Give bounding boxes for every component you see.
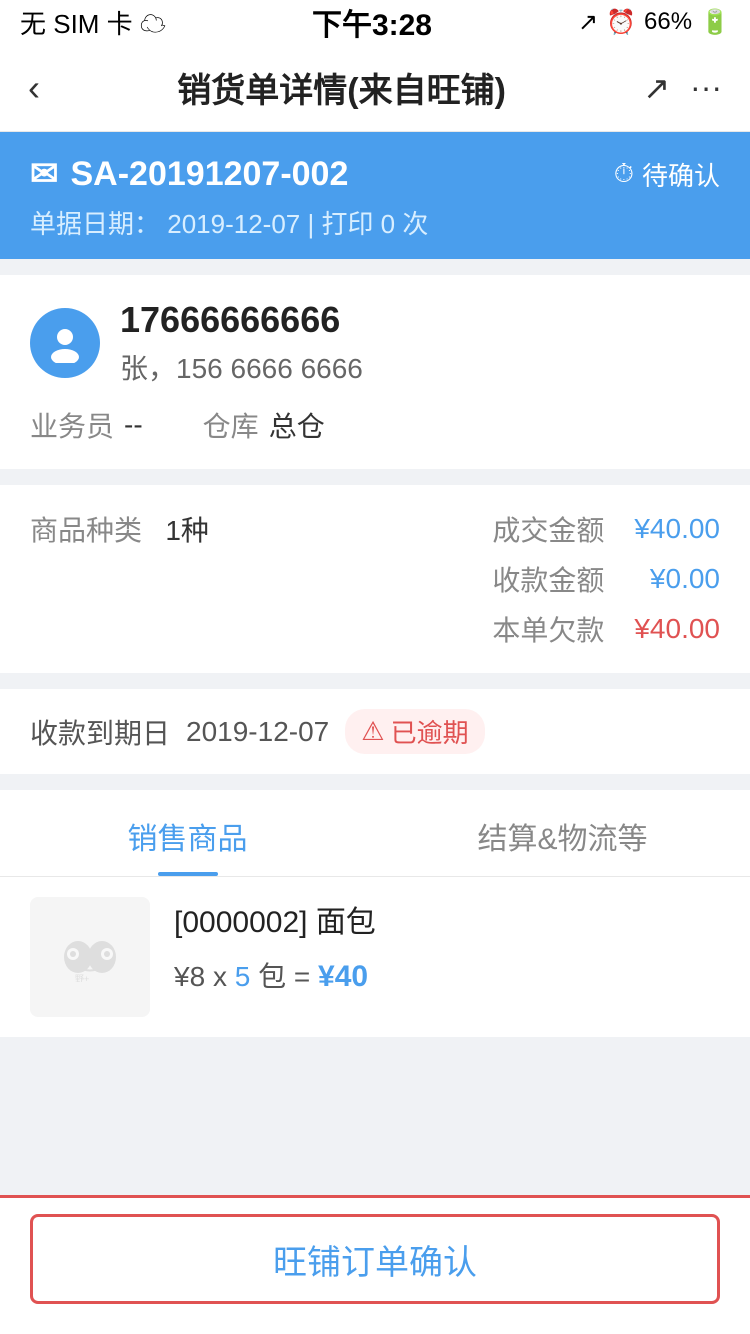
customer-top: 17666666666 张，156 6666 6666 — [30, 299, 720, 387]
order-id-row: ✉ SA-20191207-002 ⏱ 待确认 — [30, 154, 720, 194]
nav-actions: ↗ ··· — [643, 69, 722, 107]
summary-left: 商品种类 1种 — [30, 509, 209, 549]
product-code: [0000002] — [174, 906, 307, 939]
warehouse-value: 总仓 — [269, 405, 325, 445]
overdue-text: 已逾期 — [391, 713, 469, 750]
product-list: 野+ [0000002] 面包 ¥8 x 5 包 = ¥40 — [0, 877, 750, 1037]
status-bar: 无 SIM 卡 ☁ 下午3:28 ↗ ⏰ 66% 🔋 — [0, 0, 750, 44]
customer-section: 17666666666 张，156 6666 6666 业务员 -- 仓库 总仓 — [0, 275, 750, 469]
deal-value: ¥40.00 — [634, 513, 720, 545]
order-icon: ✉ — [30, 154, 59, 194]
due-section: 收款到期日 2019-12-07 ⚠ 已逾期 — [0, 689, 750, 774]
battery-icon: 🔋 — [700, 8, 730, 37]
tab-products[interactable]: 销售商品 — [0, 790, 375, 876]
order-id-text: SA-20191207-002 — [71, 155, 349, 194]
nav-bar: ‹ 销货单详情(来自旺铺) ↗ ··· — [0, 44, 750, 132]
tabs-header: 销售商品 结算&物流等 — [0, 790, 750, 877]
product-total: ¥40 — [318, 960, 368, 993]
table-row: 野+ [0000002] 面包 ¥8 x 5 包 = ¥40 — [30, 897, 720, 1017]
summary-right: 成交金额 ¥40.00 收款金额 ¥0.00 本单欠款 ¥40.00 — [492, 509, 720, 649]
order-banner: ✉ SA-20191207-002 ⏱ 待确认 单据日期： 2019-12-07… — [0, 132, 750, 259]
order-id: ✉ SA-20191207-002 — [30, 154, 348, 194]
order-date-label: 单据日期： — [30, 209, 160, 239]
sales-meta: 业务员 -- — [30, 405, 143, 445]
sales-label: 业务员 — [30, 405, 114, 445]
print-info: | 打印 0 次 — [307, 209, 428, 239]
order-date: 2019-12-07 — [167, 209, 300, 239]
customer-name: 张，156 6666 6666 — [120, 347, 363, 387]
back-button[interactable]: ‹ — [28, 67, 40, 109]
more-icon[interactable]: ··· — [690, 69, 722, 106]
confirm-btn-wrap: 旺铺订单确认 — [0, 1195, 750, 1334]
warehouse-meta: 仓库 总仓 — [203, 405, 325, 445]
summary-section: 商品种类 1种 成交金额 ¥40.00 收款金额 ¥0.00 本单欠款 ¥40.… — [0, 485, 750, 673]
product-name-text: 面包 — [316, 906, 376, 939]
status-left: 无 SIM 卡 ☁ — [20, 4, 166, 41]
page-title: 销货单详情(来自旺铺) — [177, 63, 506, 112]
avatar — [30, 308, 100, 378]
product-thumbnail: 野+ — [30, 897, 150, 1017]
tab-settlement[interactable]: 结算&物流等 — [375, 790, 750, 876]
product-name: [0000002] 面包 — [174, 897, 720, 941]
debt-label: 本单欠款 — [492, 609, 604, 649]
customer-phone: 17666666666 — [120, 299, 363, 341]
category-label: 商品种类 — [30, 515, 142, 546]
sales-value: -- — [124, 409, 143, 441]
status-clock-icon: ⏱ — [614, 158, 634, 190]
category-value: 1种 — [165, 515, 209, 546]
due-label: 收款到期日 — [30, 712, 170, 752]
status-right: ↗ ⏰ 66% 🔋 — [578, 8, 730, 37]
receipt-row: 收款金额 ¥0.00 — [492, 559, 720, 599]
receipt-value: ¥0.00 — [650, 563, 720, 595]
product-unit: 包 — [258, 961, 286, 992]
overdue-icon: ⚠ — [361, 716, 384, 747]
confirm-order-button[interactable]: 旺铺订单确认 — [30, 1214, 720, 1304]
product-price-row: ¥8 x 5 包 = ¥40 — [174, 955, 720, 995]
customer-meta: 业务员 -- 仓库 总仓 — [30, 405, 720, 445]
status-time: 下午3:28 — [312, 0, 432, 44]
price-separator: x — [213, 961, 235, 992]
overdue-badge: ⚠ 已逾期 — [345, 709, 484, 754]
share-icon[interactable]: ↗ — [643, 69, 670, 107]
equals-sign: = — [294, 961, 318, 992]
tabs-section: 销售商品 结算&物流等 野+ — [0, 790, 750, 1037]
debt-value: ¥40.00 — [634, 613, 720, 645]
location-icon: ↗ — [578, 8, 598, 37]
deal-row: 成交金额 ¥40.00 — [492, 509, 720, 549]
due-date: 2019-12-07 — [186, 716, 329, 748]
product-qty: 5 — [235, 961, 251, 992]
status-text: 待确认 — [642, 156, 720, 193]
svg-text:野+: 野+ — [75, 974, 89, 982]
customer-info: 17666666666 张，156 6666 6666 — [120, 299, 363, 387]
warehouse-label: 仓库 — [203, 405, 259, 445]
debt-row: 本单欠款 ¥40.00 — [492, 609, 720, 649]
receipt-label: 收款金额 — [492, 559, 604, 599]
battery-level: 66% — [644, 8, 692, 36]
unit-price: ¥8 — [174, 961, 205, 992]
alarm-icon: ⏰ — [606, 8, 636, 37]
deal-label: 成交金额 — [492, 509, 604, 549]
order-date-row: 单据日期： 2019-12-07 | 打印 0 次 — [30, 204, 720, 241]
product-info: [0000002] 面包 ¥8 x 5 包 = ¥40 — [174, 897, 720, 995]
order-status: ⏱ 待确认 — [614, 156, 720, 193]
